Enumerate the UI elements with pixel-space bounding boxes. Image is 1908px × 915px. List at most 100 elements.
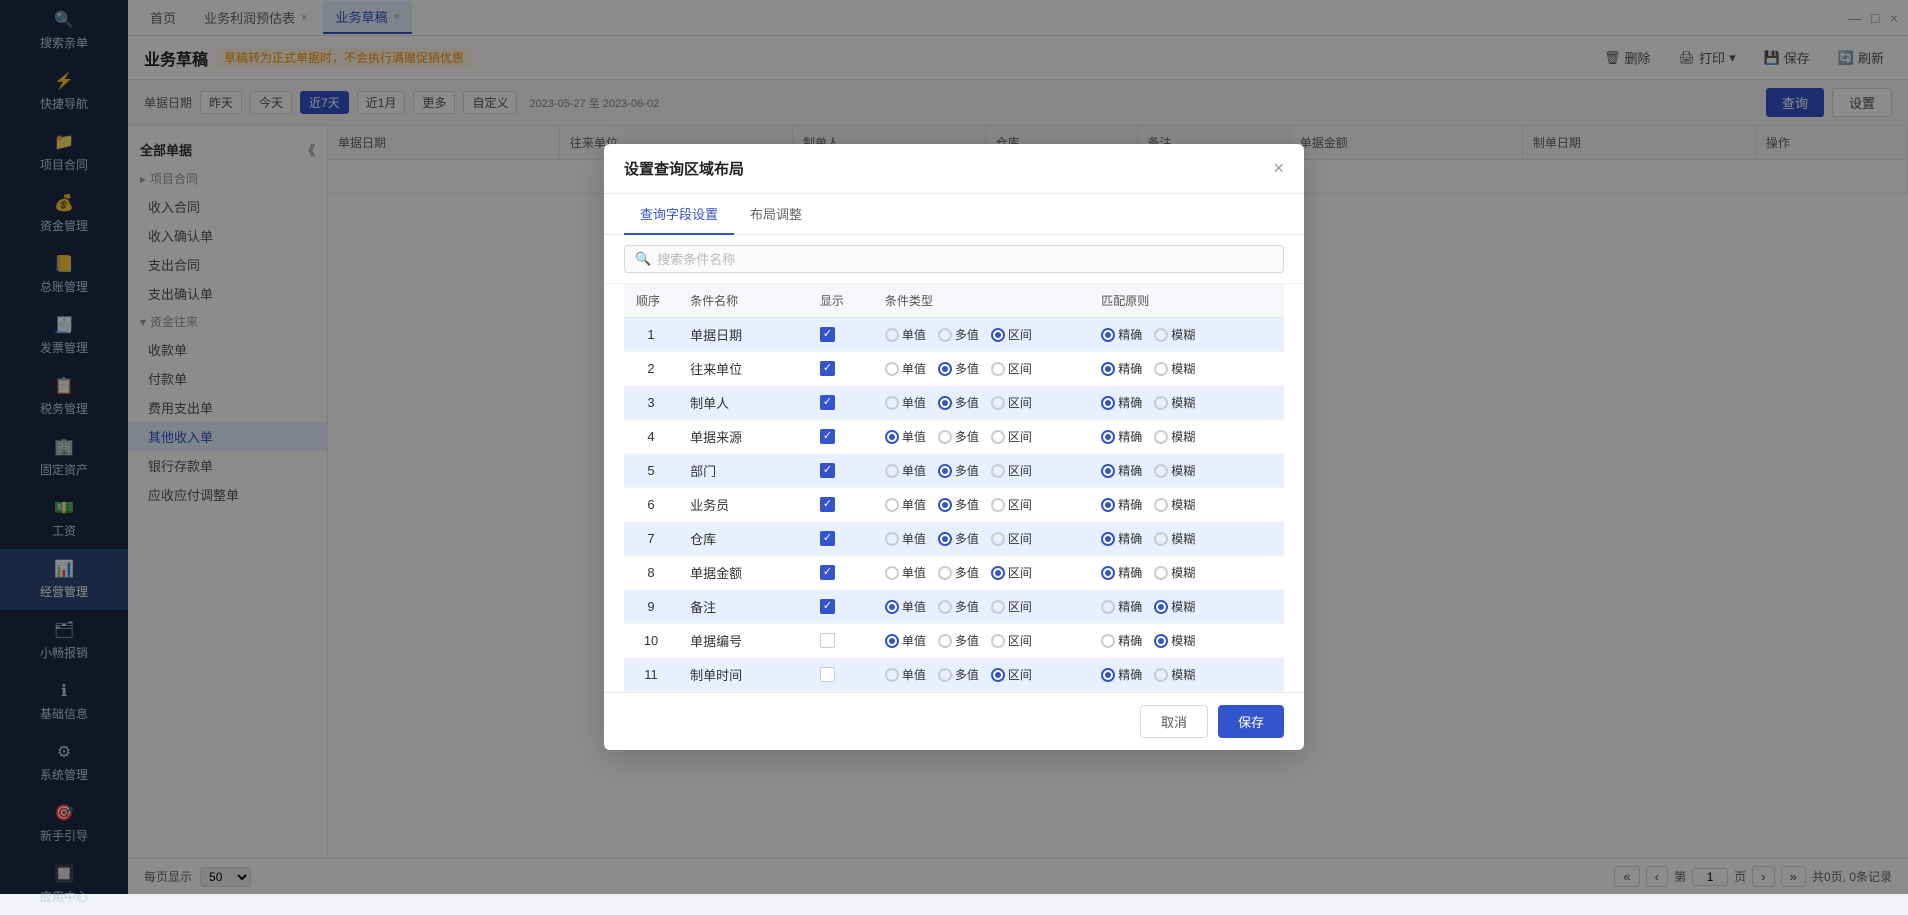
row-show-7[interactable] (808, 522, 873, 556)
radio-type-区间-9[interactable]: 区间 (991, 598, 1032, 615)
radio-type-单值-1[interactable]: 单值 (885, 326, 926, 343)
checkbox-6[interactable] (820, 497, 835, 512)
radio-type-单值-10[interactable]: 单值 (885, 632, 926, 649)
radio-match-精确-1[interactable]: 精确 (1101, 326, 1142, 343)
dialog-tab-layout[interactable]: 布局调整 (734, 194, 818, 235)
row-type-6: 单值多值区间 (873, 488, 1089, 522)
radio-match-精确-10[interactable]: 精确 (1101, 632, 1142, 649)
radio-type-多值-3[interactable]: 多值 (938, 394, 979, 411)
row-type-8: 单值多值区间 (873, 556, 1089, 590)
radio-match-模糊-7[interactable]: 模糊 (1154, 530, 1195, 547)
radio-label-match-模糊-3: 模糊 (1171, 394, 1195, 411)
radio-match-模糊-11[interactable]: 模糊 (1154, 666, 1195, 683)
radio-label-match-模糊-2: 模糊 (1171, 360, 1195, 377)
radio-type-区间-11[interactable]: 区间 (991, 666, 1032, 683)
radio-match-精确-5[interactable]: 精确 (1101, 462, 1142, 479)
radio-match-精确-7[interactable]: 精确 (1101, 530, 1142, 547)
row-show-10[interactable] (808, 624, 873, 658)
save-button[interactable]: 保存 (1218, 705, 1284, 738)
row-show-6[interactable] (808, 488, 873, 522)
radio-match-精确-4[interactable]: 精确 (1101, 428, 1142, 445)
checkbox-7[interactable] (820, 531, 835, 546)
radio-type-区间-8[interactable]: 区间 (991, 564, 1032, 581)
checkbox-4[interactable] (820, 429, 835, 444)
radio-match-模糊-10[interactable]: 模糊 (1154, 632, 1195, 649)
radio-match-精确-8[interactable]: 精确 (1101, 564, 1142, 581)
row-show-1[interactable] (808, 318, 873, 352)
radio-match-精确-2[interactable]: 精确 (1101, 360, 1142, 377)
radio-type-单值-5[interactable]: 单值 (885, 462, 926, 479)
row-show-5[interactable] (808, 454, 873, 488)
radio-dot-match-精确-7 (1101, 532, 1115, 546)
radio-dot-match-精确-9 (1101, 600, 1115, 614)
cancel-button[interactable]: 取消 (1140, 705, 1208, 738)
radio-type-单值-9[interactable]: 单值 (885, 598, 926, 615)
radio-match-精确-11[interactable]: 精确 (1101, 666, 1142, 683)
radio-match-模糊-5[interactable]: 模糊 (1154, 462, 1195, 479)
radio-dot-type-区间-3 (991, 396, 1005, 410)
radio-type-多值-10[interactable]: 多值 (938, 632, 979, 649)
radio-type-多值-11[interactable]: 多值 (938, 666, 979, 683)
row-show-11[interactable] (808, 658, 873, 692)
radio-label-type-区间-5: 区间 (1008, 462, 1032, 479)
radio-type-单值-8[interactable]: 单值 (885, 564, 926, 581)
row-show-9[interactable] (808, 590, 873, 624)
radio-type-单值-4[interactable]: 单值 (885, 428, 926, 445)
dialog-close-btn[interactable]: × (1273, 158, 1284, 179)
dialog-title: 设置查询区域布局 (624, 158, 744, 179)
radio-type-多值-1[interactable]: 多值 (938, 326, 979, 343)
radio-match-模糊-6[interactable]: 模糊 (1154, 496, 1195, 513)
radio-type-区间-10[interactable]: 区间 (991, 632, 1032, 649)
radio-match-精确-9[interactable]: 精确 (1101, 598, 1142, 615)
checkbox-10[interactable] (820, 633, 835, 648)
radio-type-区间-1[interactable]: 区间 (991, 326, 1032, 343)
radio-type-多值-2[interactable]: 多值 (938, 360, 979, 377)
row-order-3: 3 (624, 386, 678, 420)
checkbox-8[interactable] (820, 565, 835, 580)
radio-type-单值-3[interactable]: 单值 (885, 394, 926, 411)
search-input[interactable] (657, 252, 857, 267)
radio-dot-type-单值-5 (885, 464, 899, 478)
radio-dot-type-多值-5 (938, 464, 952, 478)
radio-match-模糊-4[interactable]: 模糊 (1154, 428, 1195, 445)
radio-type-多值-5[interactable]: 多值 (938, 462, 979, 479)
radio-type-多值-6[interactable]: 多值 (938, 496, 979, 513)
radio-type-单值-7[interactable]: 单值 (885, 530, 926, 547)
radio-type-单值-2[interactable]: 单值 (885, 360, 926, 377)
radio-type-单值-6[interactable]: 单值 (885, 496, 926, 513)
checkbox-1[interactable] (820, 327, 835, 342)
radio-match-模糊-2[interactable]: 模糊 (1154, 360, 1195, 377)
row-order-5: 5 (624, 454, 678, 488)
radio-type-区间-6[interactable]: 区间 (991, 496, 1032, 513)
checkbox-5[interactable] (820, 463, 835, 478)
radio-type-区间-3[interactable]: 区间 (991, 394, 1032, 411)
radio-type-多值-7[interactable]: 多值 (938, 530, 979, 547)
radio-type-区间-4[interactable]: 区间 (991, 428, 1032, 445)
radio-type-区间-7[interactable]: 区间 (991, 530, 1032, 547)
radio-match-精确-6[interactable]: 精确 (1101, 496, 1142, 513)
row-show-3[interactable] (808, 386, 873, 420)
checkbox-3[interactable] (820, 395, 835, 410)
row-show-4[interactable] (808, 420, 873, 454)
radio-type-多值-9[interactable]: 多值 (938, 598, 979, 615)
checkbox-9[interactable] (820, 599, 835, 614)
radio-type-多值-8[interactable]: 多值 (938, 564, 979, 581)
radio-match-模糊-1[interactable]: 模糊 (1154, 326, 1195, 343)
radio-type-区间-2[interactable]: 区间 (991, 360, 1032, 377)
radio-type-区间-5[interactable]: 区间 (991, 462, 1032, 479)
dialog-footer: 取消 保存 (604, 692, 1304, 750)
row-show-2[interactable] (808, 352, 873, 386)
radio-match-精确-3[interactable]: 精确 (1101, 394, 1142, 411)
radio-match-模糊-8[interactable]: 模糊 (1154, 564, 1195, 581)
radio-match-模糊-9[interactable]: 模糊 (1154, 598, 1195, 615)
row-show-8[interactable] (808, 556, 873, 590)
checkbox-2[interactable] (820, 361, 835, 376)
dialog-tab-fields[interactable]: 查询字段设置 (624, 194, 734, 235)
row-order-2: 2 (624, 352, 678, 386)
radio-type-单值-11[interactable]: 单值 (885, 666, 926, 683)
row-name-9: 备注 (678, 590, 808, 624)
radio-match-模糊-3[interactable]: 模糊 (1154, 394, 1195, 411)
radio-type-多值-4[interactable]: 多值 (938, 428, 979, 445)
checkbox-11[interactable] (820, 667, 835, 682)
col-head-type: 条件类型 (873, 284, 1089, 318)
